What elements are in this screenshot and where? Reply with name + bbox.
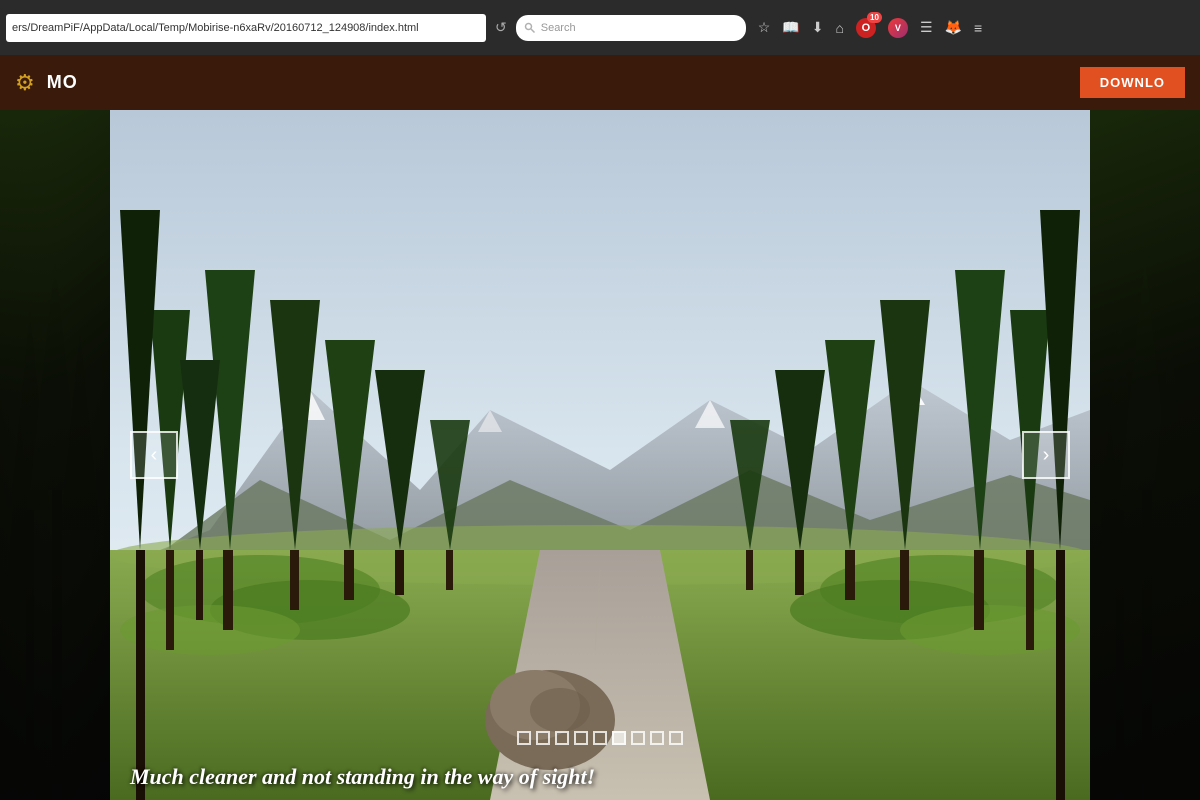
carousel-caption: Much cleaner and not standing in the way… bbox=[130, 764, 1070, 790]
indicator-9[interactable] bbox=[669, 731, 683, 745]
right-side-panel bbox=[1090, 110, 1200, 800]
vivaldi-icon: V bbox=[888, 18, 908, 38]
indicator-1[interactable] bbox=[517, 731, 531, 745]
indicator-3[interactable] bbox=[555, 731, 569, 745]
indicator-5[interactable] bbox=[593, 731, 607, 745]
indicator-6[interactable] bbox=[612, 731, 626, 745]
search-bar[interactable]: Search bbox=[516, 15, 746, 41]
indicator-8[interactable] bbox=[650, 731, 664, 745]
opera-button[interactable]: O 10 bbox=[852, 16, 880, 40]
url-text: ers/DreamPiF/AppData/Local/Temp/Mobirise… bbox=[12, 22, 419, 34]
extensions-button[interactable]: ☰ bbox=[916, 17, 937, 38]
nature-scene-svg bbox=[110, 110, 1090, 800]
download-button[interactable]: ⬇ bbox=[808, 17, 828, 38]
browser-icons: ☆ 📖 ⬇ ⌂ O 10 V ☰ 🦊 ≡ bbox=[754, 16, 986, 40]
vivaldi-button[interactable]: V bbox=[884, 16, 912, 40]
indicator-4[interactable] bbox=[574, 731, 588, 745]
browser-chrome: ers/DreamPiF/AppData/Local/Temp/Mobirise… bbox=[0, 0, 1200, 55]
app-header: ⚙ MO DOWNLO bbox=[0, 55, 1200, 110]
main-content: ‹ › Much cleaner and not standing in the bbox=[0, 110, 1200, 800]
carousel-indicators bbox=[517, 731, 683, 745]
search-icon bbox=[524, 22, 536, 34]
ext2-button[interactable]: 🦊 bbox=[941, 17, 966, 38]
indicator-2[interactable] bbox=[536, 731, 550, 745]
carousel-container: ‹ › Much cleaner and not standing in the bbox=[110, 110, 1090, 800]
home-button[interactable]: ⌂ bbox=[831, 18, 847, 38]
carousel-slide: ‹ › Much cleaner and not standing in the bbox=[110, 110, 1090, 800]
search-placeholder: Search bbox=[541, 22, 576, 34]
settings-gear-icon[interactable]: ⚙ bbox=[15, 70, 35, 96]
carousel-next-button[interactable]: › bbox=[1022, 431, 1070, 479]
indicator-7[interactable] bbox=[631, 731, 645, 745]
reader-button[interactable]: 📖 bbox=[778, 17, 803, 38]
refresh-button[interactable]: ↺ bbox=[490, 17, 512, 38]
app-logo: MO bbox=[47, 72, 78, 93]
left-side-panel bbox=[0, 110, 110, 800]
bookmark-star-button[interactable]: ☆ bbox=[754, 17, 775, 38]
notification-badge: 10 bbox=[867, 12, 882, 23]
download-app-button[interactable]: DOWNLO bbox=[1080, 67, 1185, 98]
url-bar[interactable]: ers/DreamPiF/AppData/Local/Temp/Mobirise… bbox=[6, 14, 486, 42]
menu-button[interactable]: ≡ bbox=[970, 18, 986, 38]
carousel-prev-button[interactable]: ‹ bbox=[130, 431, 178, 479]
